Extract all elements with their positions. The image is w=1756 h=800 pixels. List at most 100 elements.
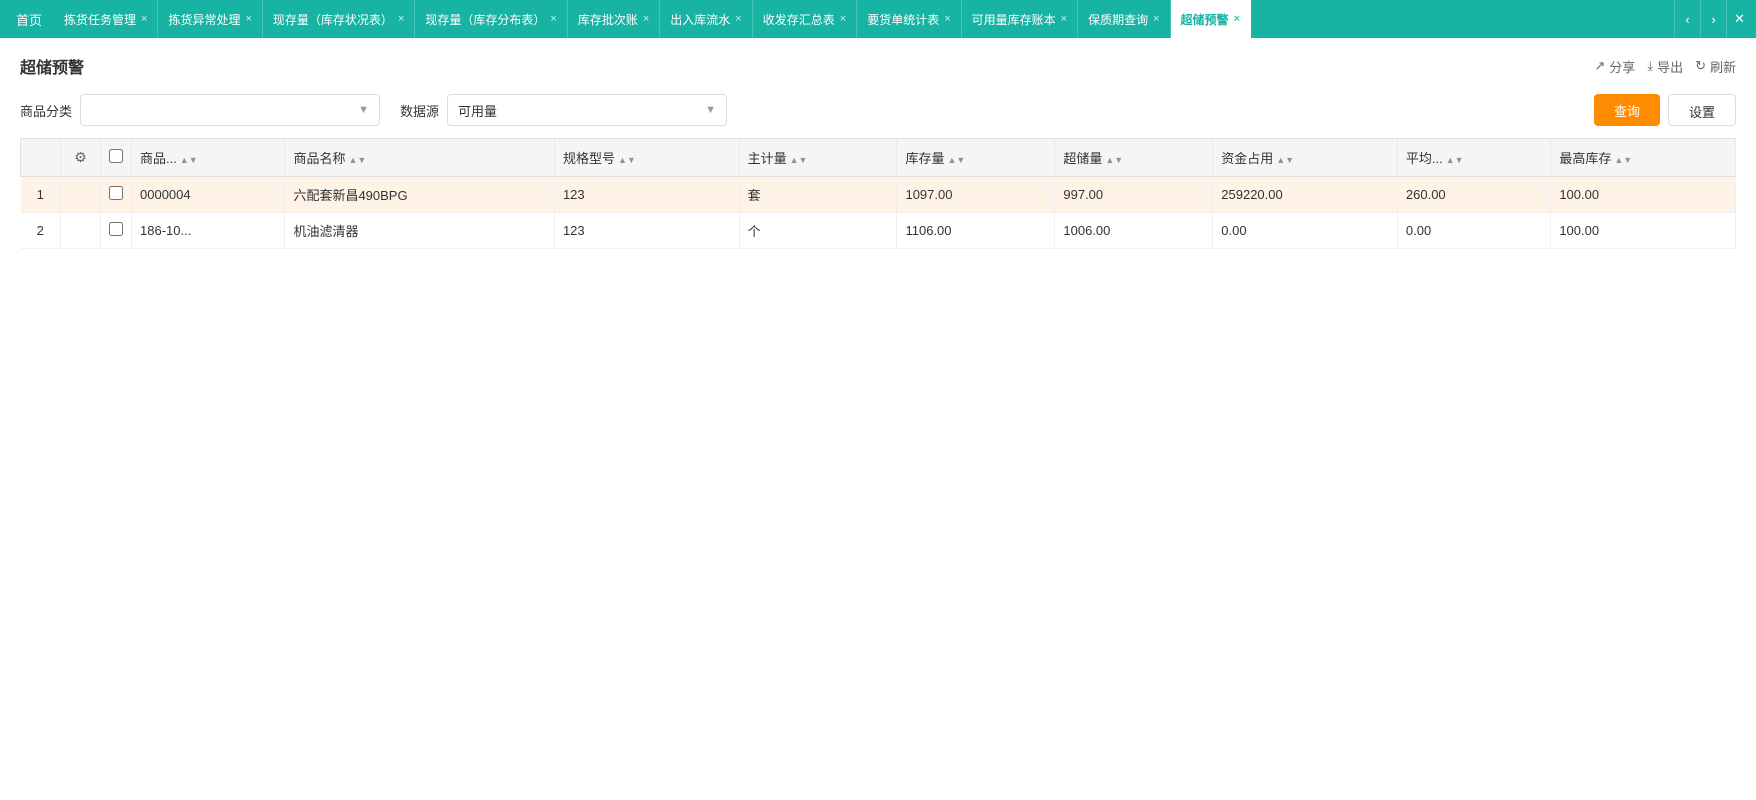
sort-icon: ▲▼ xyxy=(348,155,366,165)
cell-spec: 123 xyxy=(554,213,739,249)
tab-close-icon[interactable]: × xyxy=(1234,13,1240,25)
tab-close-icon[interactable]: × xyxy=(141,13,147,25)
settings-button[interactable]: 设置 xyxy=(1668,94,1736,126)
row-settings xyxy=(61,213,101,249)
cell-unit: 套 xyxy=(739,177,897,213)
nav-tab--------[interactable]: 可用量库存账本 × xyxy=(962,0,1078,38)
cell-stock: 1106.00 xyxy=(897,213,1055,249)
nav-tab-----------[interactable]: 现存量（库存分布表）× xyxy=(415,0,567,38)
tab-close-icon[interactable]: × xyxy=(944,13,950,25)
col-avg[interactable]: 平均...▲▼ xyxy=(1397,139,1550,177)
nav-tab-label: 拣货异常处理 xyxy=(168,11,240,28)
cell-capital: 0.00 xyxy=(1213,213,1398,249)
sort-icon: ▲▼ xyxy=(180,155,198,165)
datasource-select[interactable]: 可用量 ▼ xyxy=(447,94,727,126)
table-header-row: ⚙ 商品...▲▼商品名称▲▼规格型号▲▼主计量▲▼库存量▲▼超储量▲▼资金占用▲… xyxy=(21,139,1736,177)
nav-tabs: 拣货任务管理×拣货异常处理×现存量（库存状况表）×现存量（库存分布表）×库存批次… xyxy=(54,0,1251,38)
datasource-filter: 数据源 可用量 ▼ xyxy=(400,94,727,126)
col-spec[interactable]: 规格型号▲▼ xyxy=(554,139,739,177)
cell-avg: 260.00 xyxy=(1397,177,1550,213)
tab-close-icon[interactable]: × xyxy=(1153,13,1159,25)
page-content: 超储预警 ↗ 分享 ⤓ 导出 ↻ 刷新 商品分类 ▼ 数据源 xyxy=(0,38,1756,800)
sort-icon: ▲▼ xyxy=(1276,155,1294,165)
nav-tab-label: 可用量库存账本 xyxy=(972,11,1056,28)
nav-tab-----------[interactable]: 现存量（库存状况表） × xyxy=(263,0,415,38)
col-over_stock[interactable]: 超储量▲▼ xyxy=(1055,139,1213,177)
datasource-label: 数据源 xyxy=(400,101,439,120)
nav-tab-label: 库存批次账 xyxy=(578,11,638,28)
cell-over_stock: 1006.00 xyxy=(1055,213,1213,249)
tab-close-icon[interactable]: × xyxy=(398,13,404,25)
col-stock[interactable]: 库存量▲▼ xyxy=(897,139,1055,177)
col-check xyxy=(101,139,132,177)
cell-product_name: 六配套新昌490BPG xyxy=(285,177,555,213)
sort-icon: ▲▼ xyxy=(947,155,965,165)
sort-icon: ▲▼ xyxy=(1446,155,1464,165)
page-title: 超储预警 xyxy=(20,54,84,78)
export-icon: ⤓ xyxy=(1647,58,1653,74)
sort-icon: ▲▼ xyxy=(790,155,808,165)
share-button[interactable]: ↗ 分享 xyxy=(1594,57,1635,76)
nav-tab-------[interactable]: 收发存汇总表× xyxy=(753,0,857,38)
nav-tab-label: 要货单统计表 xyxy=(867,11,939,28)
tab-close-icon[interactable]: × xyxy=(550,13,556,25)
refresh-button[interactable]: ↻ 刷新 xyxy=(1695,57,1736,76)
cell-stock: 1097.00 xyxy=(897,177,1055,213)
col-product_code[interactable]: 商品...▲▼ xyxy=(132,139,285,177)
nav-prev-button[interactable]: ‹ xyxy=(1674,0,1700,38)
top-navigation: 首页 拣货任务管理×拣货异常处理×现存量（库存状况表）×现存量（库存分布表）×库… xyxy=(0,0,1756,38)
nav-tab-------[interactable]: 拣货异常处理 × xyxy=(158,0,262,38)
col-product_name[interactable]: 商品名称▲▼ xyxy=(285,139,555,177)
row-settings xyxy=(61,177,101,213)
nav-next-button[interactable]: › xyxy=(1700,0,1726,38)
nav-tab-------[interactable]: 拣货任务管理 × xyxy=(54,0,158,38)
tab-close-icon[interactable]: × xyxy=(643,13,649,25)
query-button[interactable]: 查询 xyxy=(1594,94,1660,126)
cell-unit: 个 xyxy=(739,213,897,249)
tab-close-icon[interactable]: × xyxy=(735,13,741,25)
category-select[interactable]: ▼ xyxy=(80,94,380,126)
nav-tab-label: 超储预警 xyxy=(1181,11,1229,28)
cell-product_code: 186-10... xyxy=(132,213,285,249)
cell-max_stock: 100.00 xyxy=(1551,177,1736,213)
row-index: 2 xyxy=(21,213,61,249)
home-label: 首页 xyxy=(16,10,42,29)
home-tab[interactable]: 首页 xyxy=(4,0,54,38)
nav-tab------[interactable]: 保质期查询× xyxy=(1078,0,1170,38)
refresh-label: 刷新 xyxy=(1710,57,1736,76)
nav-tab-----[interactable]: 超储预警 × xyxy=(1171,0,1251,38)
tab-close-icon[interactable]: × xyxy=(1061,13,1067,25)
nav-tab------[interactable]: 出入库流水 × xyxy=(660,0,752,38)
row-checkbox[interactable] xyxy=(109,186,123,200)
col-max_stock[interactable]: 最高库存▲▼ xyxy=(1551,139,1736,177)
header-actions: ↗ 分享 ⤓ 导出 ↻ 刷新 xyxy=(1594,57,1736,76)
nav-tab-------[interactable]: 要货单统计表 × xyxy=(857,0,961,38)
tab-close-icon[interactable]: × xyxy=(245,13,251,25)
table-header: ⚙ 商品...▲▼商品名称▲▼规格型号▲▼主计量▲▼库存量▲▼超储量▲▼资金占用▲… xyxy=(21,139,1736,177)
col-unit[interactable]: 主计量▲▼ xyxy=(739,139,897,177)
nav-tab-label: 拣货任务管理 xyxy=(64,11,136,28)
export-label: 导出 xyxy=(1657,57,1683,76)
datasource-value: 可用量 xyxy=(458,101,497,120)
row-index: 1 xyxy=(21,177,61,213)
nav-tab-label: 出入库流水 xyxy=(670,11,730,28)
cell-max_stock: 100.00 xyxy=(1551,213,1736,249)
category-label: 商品分类 xyxy=(20,101,72,120)
row-checkbox[interactable] xyxy=(109,222,123,236)
chevron-down-icon: ▼ xyxy=(705,104,716,116)
row-checkbox-cell[interactable] xyxy=(101,213,132,249)
nav-arrows: ‹ › ✕ xyxy=(1674,0,1752,38)
settings-icon[interactable]: ⚙ xyxy=(74,149,87,165)
table-row: 2186-10...机油滤清器123个1106.001006.000.000.0… xyxy=(21,213,1736,249)
cell-over_stock: 997.00 xyxy=(1055,177,1213,213)
nav-tab-label: 现存量（库存状况表） xyxy=(273,11,393,28)
tab-close-icon[interactable]: × xyxy=(840,13,846,25)
export-button[interactable]: ⤓ 导出 xyxy=(1647,57,1683,76)
nav-close-button[interactable]: ✕ xyxy=(1726,0,1752,38)
data-table: ⚙ 商品...▲▼商品名称▲▼规格型号▲▼主计量▲▼库存量▲▼超储量▲▼资金占用▲… xyxy=(20,138,1736,249)
chevron-down-icon: ▼ xyxy=(358,104,369,116)
nav-tab------[interactable]: 库存批次账 × xyxy=(568,0,660,38)
select-all-checkbox[interactable] xyxy=(109,149,123,163)
col-capital[interactable]: 资金占用▲▼ xyxy=(1213,139,1398,177)
row-checkbox-cell[interactable] xyxy=(101,177,132,213)
